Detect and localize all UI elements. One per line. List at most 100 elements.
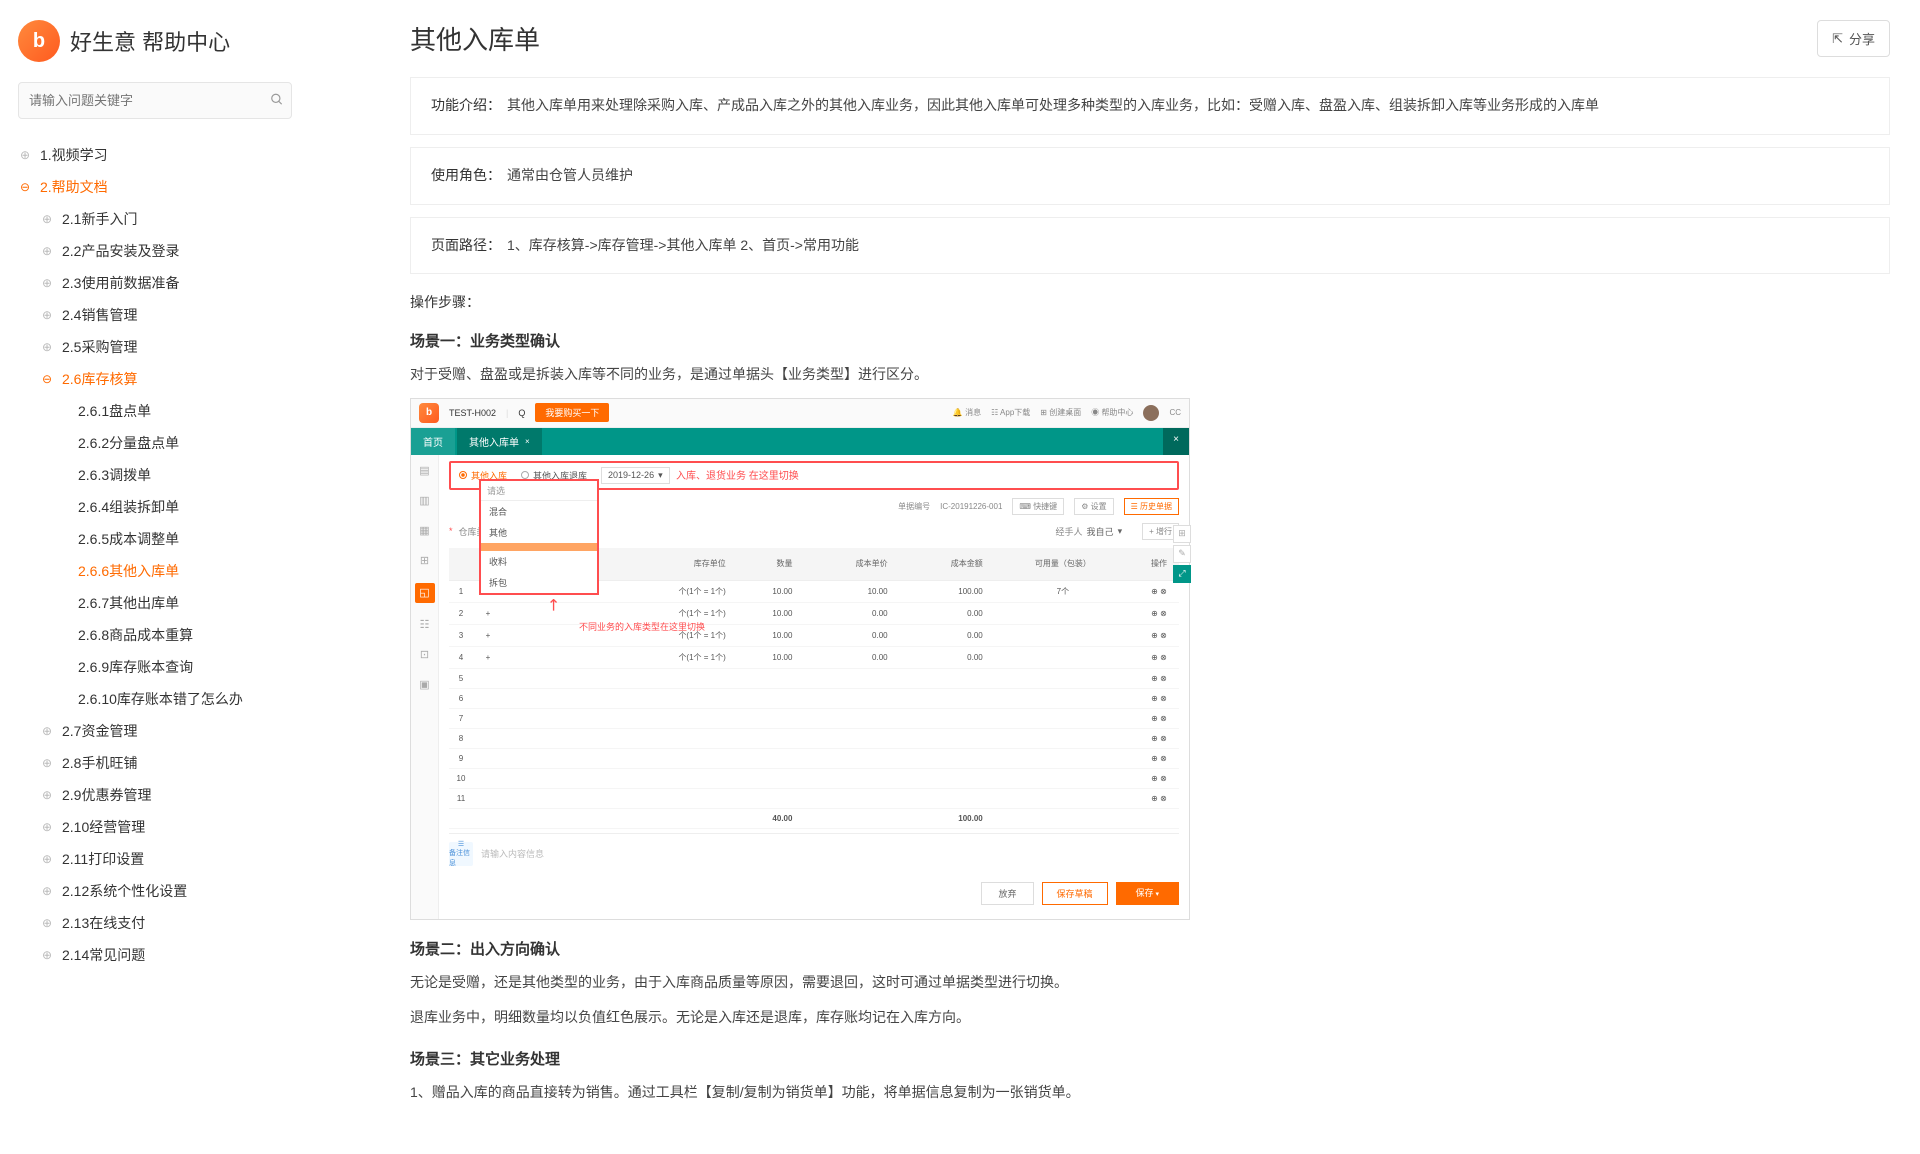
nav-label: 2.4销售管理 — [62, 305, 137, 325]
nav-video[interactable]: ⊕1.视频学习 — [18, 139, 292, 171]
nav-2-6-2[interactable]: 2.6.2分量盘点单 — [18, 427, 292, 459]
nav-label: 2.6.5成本调整单 — [78, 529, 179, 549]
module-icon: ▥ — [417, 493, 433, 509]
nav-2-6-9[interactable]: 2.6.9库存账本查询 — [18, 651, 292, 683]
scene2-title: 场景二：出入方向确认 — [410, 938, 1890, 959]
right-tools: ⊞ ✎ ⤢ — [1173, 525, 1191, 583]
nav-label: 2.2产品安装及登录 — [62, 241, 179, 261]
nav-2-7[interactable]: ⊕2.7资金管理 — [18, 715, 292, 747]
table-row: 8⊕ ⊗ — [449, 728, 1179, 748]
annotation-2: 不同业务的入库类型在这里切换 — [579, 620, 705, 633]
tool-icon: ⊞ — [1173, 525, 1191, 543]
nav-docs[interactable]: ⊖2.帮助文档 — [18, 171, 292, 203]
search-input[interactable] — [18, 82, 292, 119]
nav-label: 2.6库存核算 — [62, 369, 137, 389]
table-row: 7⊕ ⊗ — [449, 708, 1179, 728]
steps-label: 操作步骤： — [410, 292, 1890, 312]
nav-2-5[interactable]: ⊕ 2.5采购管理 — [18, 331, 292, 363]
nav-label: 1.视频学习 — [40, 145, 108, 165]
role-label: 使用角色： — [431, 164, 501, 188]
nav-label: 2.帮助文档 — [40, 177, 108, 197]
sep: | — [506, 408, 508, 418]
intro-box: 功能介绍： 其他入库单用来处理除采购入库、产成品入库之外的其他入库业务，因此其他… — [410, 77, 1890, 135]
nav-2-6-5[interactable]: 2.6.5成本调整单 — [18, 523, 292, 555]
nav-2-6-4[interactable]: 2.6.4组装拆卸单 — [18, 491, 292, 523]
promo-button: 我要购买一下 — [535, 403, 609, 422]
nav-2-14[interactable]: ⊕2.14常见问题 — [18, 939, 292, 971]
intro-label: 功能介绍： — [431, 94, 501, 118]
search-icon[interactable] — [270, 92, 284, 109]
bottom-buttons: 放弃 保存草稿 保存 — [449, 874, 1179, 913]
nav-2-2[interactable]: ⊕ 2.2产品安装及登录 — [18, 235, 292, 267]
nav-tree: ⊕1.视频学习 ⊖2.帮助文档 ⊕2.1新手入门 ⊕2.2产品安装及登录 ⊕2.… — [18, 139, 292, 971]
memo-row: ☰备注信息 请输入内容信息 — [449, 833, 1179, 874]
tool-icon: ✎ — [1173, 545, 1191, 563]
scene1-title: 场景一：业务类型确认 — [410, 330, 1890, 351]
memo-input: 请输入内容信息 — [481, 847, 1179, 860]
user-name: CC — [1169, 408, 1181, 417]
nav-2-13[interactable]: ⊕2.13在线支付 — [18, 907, 292, 939]
nav-label: 2.9优惠券管理 — [62, 785, 151, 805]
app-content: 其他入库 其他入库退库 2019-12-26 ▾ ← 入库、退货业务 在这里切换… — [439, 455, 1189, 919]
memo-icon: ☰备注信息 — [449, 842, 473, 866]
nav-label: 2.14常见问题 — [62, 945, 145, 965]
main-content: 其他入库单 ⇱ 分享 功能介绍： 其他入库单用来处理除采购入库、产成品入库之外的… — [310, 0, 1920, 1154]
nav-label: 2.5采购管理 — [62, 337, 137, 357]
handler-field: 经手人 我自己 ▾ — [1056, 525, 1123, 538]
app-topbar: b TEST-H002 | Q 我要购买一下 🔔 消息 ☷ App下载 ⊞ 创建… — [411, 399, 1189, 428]
app-top-right: 🔔 消息 ☷ App下载 ⊞ 创建桌面 ◉ 帮助中心 CC — [953, 405, 1181, 421]
expand-icon: ⊕ — [40, 244, 54, 258]
nav-label: 2.3使用前数据准备 — [62, 273, 179, 293]
nav-2-6-3[interactable]: 2.6.3调拨单 — [18, 459, 292, 491]
nav-2-3[interactable]: ⊕ 2.3使用前数据准备 — [18, 267, 292, 299]
nav-label: 2.1新手入门 — [62, 209, 137, 229]
module-icon: ▣ — [417, 677, 433, 693]
nav-2-6-1[interactable]: 2.6.1盘点单 — [18, 395, 292, 427]
path-box: 页面路径： 1、库存核算->库存管理->其他入库单 2、首页->常用功能 — [410, 217, 1890, 275]
nav-2-6-10[interactable]: 2.6.10库存账本错了怎么办 — [18, 683, 292, 715]
search-box — [18, 82, 292, 119]
nav-2-1[interactable]: ⊕2.1新手入门 — [18, 203, 292, 235]
dropdown-item: 拆包 — [481, 572, 597, 593]
biz-type-dropdown: 请选 混合 其他 收料 拆包 — [479, 479, 599, 595]
nav-2-6-6[interactable]: 2.6.6其他入库单 — [18, 555, 292, 587]
nav-label: 2.13在线支付 — [62, 913, 145, 933]
nav-2-8[interactable]: ⊕2.8手机旺铺 — [18, 747, 292, 779]
brand-logo: b — [18, 20, 60, 62]
table-row: 10⊕ ⊗ — [449, 768, 1179, 788]
scene1-desc: 对于受赠、盘盈或是拆装入库等不同的业务，是通过单据头【业务类型】进行区分。 — [410, 361, 1890, 388]
module-icon: ▦ — [417, 523, 433, 539]
nav-2-4[interactable]: ⊕ 2.4销售管理 — [18, 299, 292, 331]
share-button[interactable]: ⇱ 分享 — [1817, 20, 1890, 57]
doc-no-label: 单据编号 — [898, 501, 930, 512]
table-row: 11⊕ ⊗ — [449, 788, 1179, 808]
nav-label: 2.6.2分量盘点单 — [78, 433, 179, 453]
module-icon: ⊞ — [417, 553, 433, 569]
doc-no: IC-20191226-001 — [940, 502, 1002, 511]
nav-2-6[interactable]: ⊖ 2.6库存核算 — [18, 363, 292, 395]
quick-btn: ⌨ 快捷键 — [1012, 498, 1064, 515]
history-btn: ☰ 历史单据 — [1124, 498, 1179, 515]
expand-icon: ⊕ — [40, 340, 54, 354]
desktop-link: ⊞ 创建桌面 — [1040, 407, 1081, 418]
module-icon-active: ◱ — [415, 583, 435, 603]
expand-icon: ⊕ — [40, 276, 54, 290]
nav-2-9[interactable]: ⊕2.9优惠券管理 — [18, 779, 292, 811]
scene3-desc1: 1、赠品入库的商品直接转为销售。通过工具栏【复制/复制为销货单】功能，将单据信息… — [410, 1079, 1890, 1106]
expand-icon: ⊕ — [40, 852, 54, 866]
nav-2-10[interactable]: ⊕2.10经营管理 — [18, 811, 292, 843]
collapse-icon: ⊖ — [40, 372, 54, 386]
nav-2-12[interactable]: ⊕2.12系统个性化设置 — [18, 875, 292, 907]
nav-label: 2.10经营管理 — [62, 817, 145, 837]
nav-2-6-7[interactable]: 2.6.7其他出库单 — [18, 587, 292, 619]
nav-label: 2.6.8商品成本重算 — [78, 625, 193, 645]
save-btn: 保存 — [1116, 882, 1179, 905]
dropdown-item-hover — [481, 543, 597, 551]
app-body: ▤ ▥ ▦ ⊞ ◱ ☷ ⊡ ▣ 其他入库 其他入库退库 2019-12-26 ▾… — [411, 455, 1189, 919]
nav-2-6-8[interactable]: 2.6.8商品成本重算 — [18, 619, 292, 651]
brand-title: 好生意 帮助中心 — [70, 25, 230, 57]
nav-2-11[interactable]: ⊕2.11打印设置 — [18, 843, 292, 875]
tool-icon: ⤢ — [1173, 565, 1191, 583]
tabs-close-all: × — [1163, 428, 1189, 455]
expand-icon: ⊕ — [40, 308, 54, 322]
